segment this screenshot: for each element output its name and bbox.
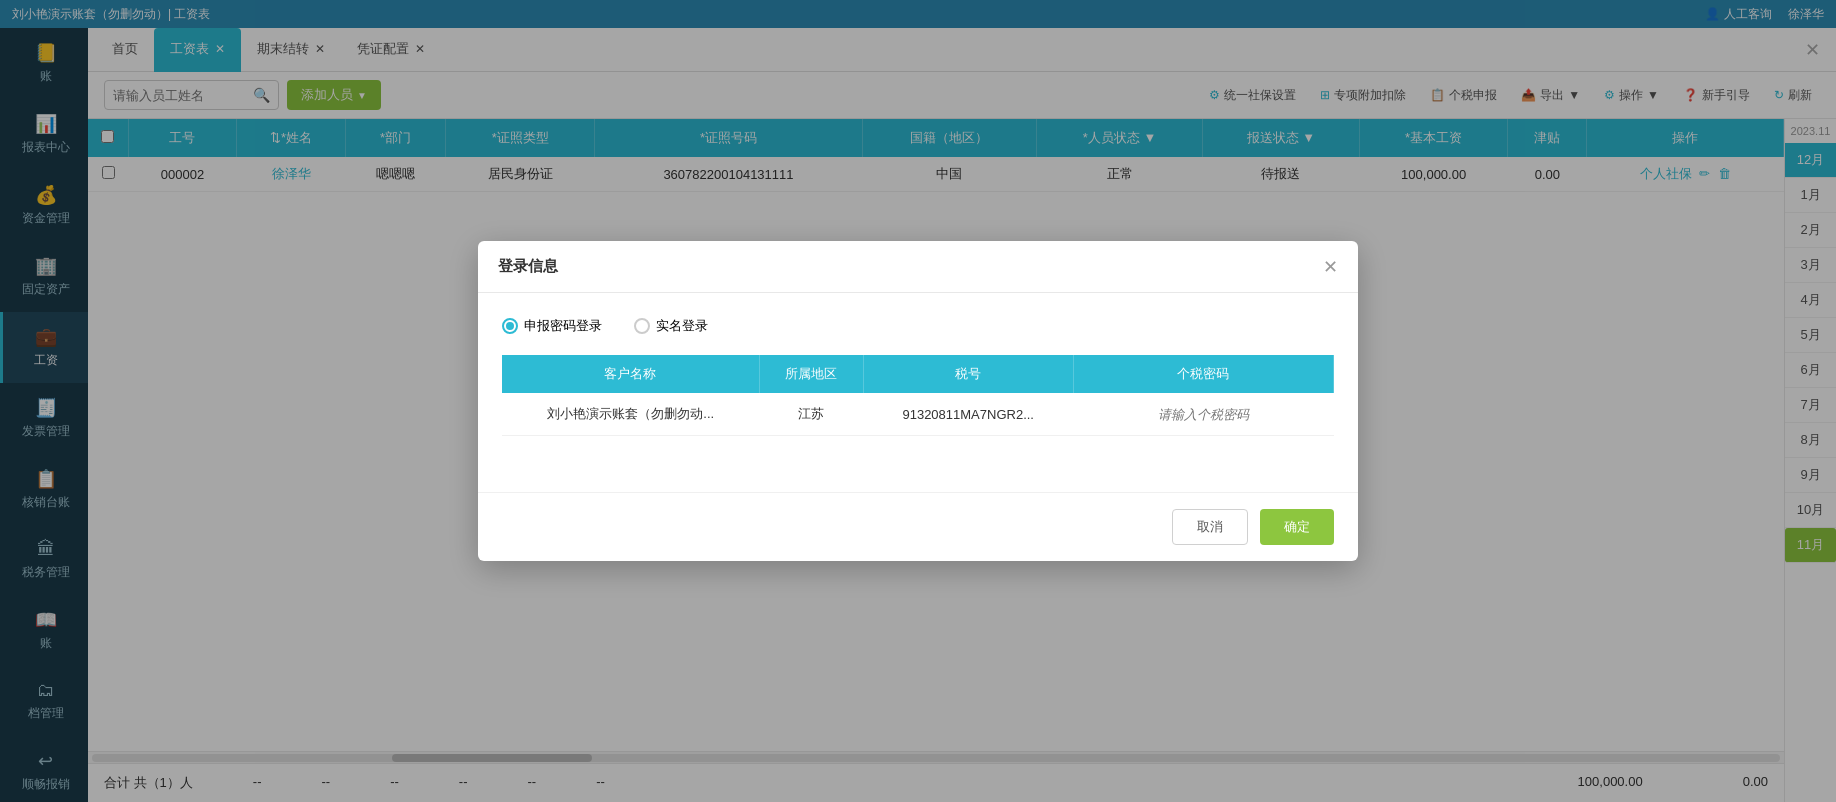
cancel-button[interactable]: 取消 (1172, 509, 1248, 545)
modal-body: 申报密码登录 实名登录 客户名称 所属地区 税号 个税密码 (478, 293, 1358, 492)
modal-header: 登录信息 ✕ (478, 241, 1358, 293)
confirm-button[interactable]: 确定 (1260, 509, 1334, 545)
radio-password-circle (502, 318, 518, 334)
modal-col-region: 所属地区 (759, 355, 863, 393)
modal-table-row: 刘小艳演示账套（勿删勿动... 江苏 91320811MA7NGR2... (502, 393, 1334, 436)
modal-close-button[interactable]: ✕ (1323, 258, 1338, 276)
modal-col-client-name: 客户名称 (502, 355, 759, 393)
modal-cell-tax-id: 91320811MA7NGR2... (863, 393, 1073, 436)
modal-overlay: 登录信息 ✕ 申报密码登录 实名登录 (0, 0, 1836, 802)
modal-footer: 取消 确定 (478, 492, 1358, 561)
modal-cell-client-name: 刘小艳演示账套（勿删勿动... (502, 393, 759, 436)
modal-col-tax-id: 税号 (863, 355, 1073, 393)
modal-title: 登录信息 (498, 257, 1323, 276)
radio-realname-circle (634, 318, 650, 334)
app-container: 刘小艳演示账套（勿删勿动）| 工资表 👤 人工客询 徐泽华 📒 账 📊 报表中心 (0, 0, 1836, 802)
modal-col-tax-password: 个税密码 (1073, 355, 1333, 393)
modal-cell-region: 江苏 (759, 393, 863, 436)
radio-password-login[interactable]: 申报密码登录 (502, 317, 602, 335)
modal-table: 客户名称 所属地区 税号 个税密码 刘小艳演示账套（勿删勿动... 江苏 913… (502, 355, 1334, 436)
radio-real-name-login[interactable]: 实名登录 (634, 317, 708, 335)
modal-cell-tax-password[interactable] (1073, 393, 1333, 436)
tax-password-input[interactable] (1085, 407, 1321, 422)
login-info-modal: 登录信息 ✕ 申报密码登录 实名登录 (478, 241, 1358, 561)
modal-radio-group: 申报密码登录 实名登录 (502, 317, 1334, 335)
